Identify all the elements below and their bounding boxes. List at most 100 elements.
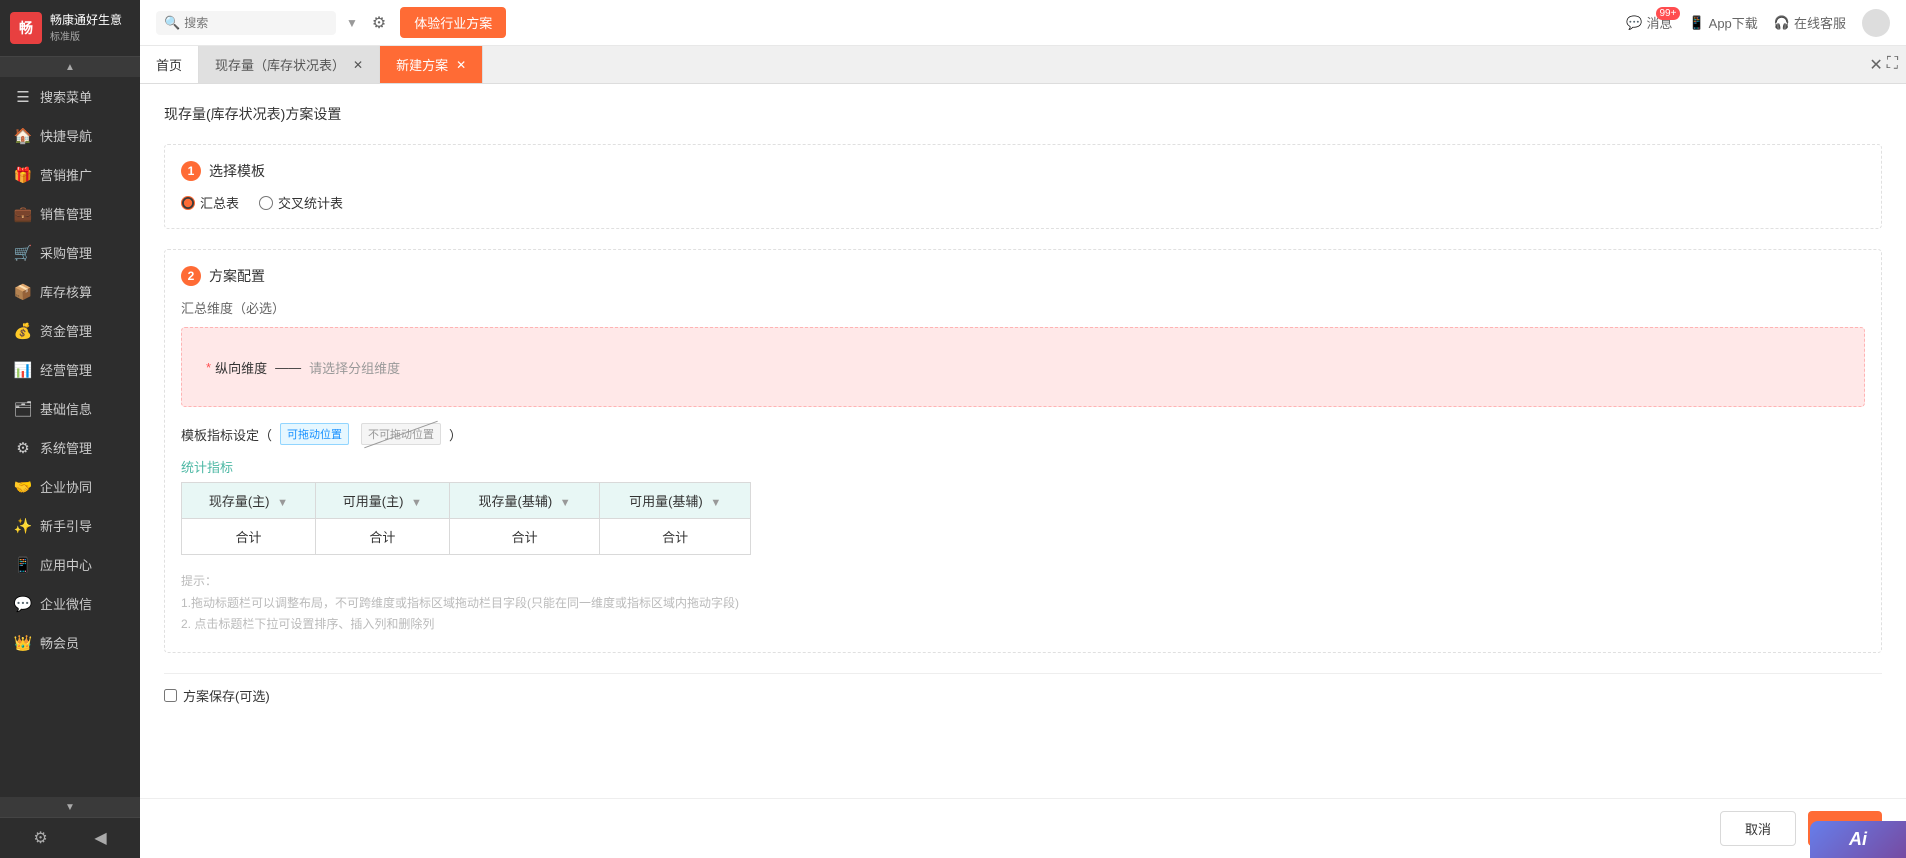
purchase-icon: 🛒 xyxy=(14,244,32,262)
col1-dropdown-icon[interactable]: ▼ xyxy=(277,497,288,509)
logo-icon: 畅 xyxy=(10,12,42,44)
sidebar-item-search-menu[interactable]: ☰ 搜索菜单 xyxy=(0,77,140,116)
radio-crosstab-label: 交叉统计表 xyxy=(278,193,343,212)
message-icon: 💬 xyxy=(1626,15,1642,31)
online-service-item[interactable]: 🎧 在线客服 xyxy=(1774,13,1846,32)
stats-table: 现存量(主) ▼ 可用量(主) ▼ 现存量(基辅) ▼ 可用量(基辅) xyxy=(181,482,751,555)
tab-minimize-icon[interactable]: ✕ xyxy=(1869,55,1882,75)
radio-crosstab[interactable]: 交叉统计表 xyxy=(259,193,343,212)
sidebar-item-purchase[interactable]: 🛒 采购管理 xyxy=(0,233,140,272)
section-1: 1 选择模板 汇总表 交叉统计表 xyxy=(164,144,1882,229)
section-2-title: 方案配置 xyxy=(209,266,265,286)
radio-summary-input[interactable] xyxy=(181,196,195,210)
tab-inventory-status[interactable]: 现存量（库存状况表） ✕ xyxy=(199,46,380,83)
cancel-button[interactable]: 取消 xyxy=(1720,811,1796,846)
tab-maximize-icon[interactable]: ⛶ xyxy=(1887,55,1898,75)
collapse-icon[interactable]: ◀ xyxy=(94,828,106,848)
headset-icon: 🎧 xyxy=(1774,15,1790,31)
sidebar-item-corp-wechat[interactable]: 💬 企业微信 xyxy=(0,584,140,623)
trial-button[interactable]: 体验行业方案 xyxy=(400,7,506,38)
baseinfo-icon: 🗂 xyxy=(14,400,32,418)
sidebar-scroll-up[interactable]: ▲ xyxy=(0,57,140,77)
sidebar-item-label: 系统管理 xyxy=(40,438,92,457)
section-1-title: 选择模板 xyxy=(209,161,265,181)
sidebar-item-label: 应用中心 xyxy=(40,555,92,574)
stats-label: 统计指标 xyxy=(181,457,1865,476)
search-dropdown-icon[interactable]: ▼ xyxy=(346,16,358,30)
topbar-settings-icon[interactable]: ⚙ xyxy=(372,13,386,33)
sidebar-scroll-down[interactable]: ▼ xyxy=(0,797,140,817)
sidebar-item-vip[interactable]: 👑 畅会员 xyxy=(0,623,140,662)
tab-new-plan[interactable]: 新建方案 ✕ xyxy=(380,46,483,83)
col2-dropdown-icon[interactable]: ▼ xyxy=(411,497,422,509)
tab-inventory-close-icon[interactable]: ✕ xyxy=(353,58,363,72)
new-guide-icon: ✨ xyxy=(14,517,32,535)
col4-dropdown-icon[interactable]: ▼ xyxy=(710,497,721,509)
section-2: 2 方案配置 汇总维度（必选） * 纵向维度 —— 请选择分组维度 模板指标设定… xyxy=(164,249,1882,653)
sidebar-item-baseinfo[interactable]: 🗂 基础信息 xyxy=(0,389,140,428)
messages-badge: 99+ xyxy=(1656,7,1681,20)
sys-icon: ⚙ xyxy=(14,439,32,457)
radio-summary[interactable]: 汇总表 xyxy=(181,193,239,212)
tips-item-1: 1.拖动标题栏可以调整布局，不可跨维度或指标区域拖动栏目字段(只能在同一维度或指… xyxy=(181,596,739,610)
user-avatar[interactable] xyxy=(1862,9,1890,37)
sidebar-item-sales[interactable]: 💼 销售管理 xyxy=(0,194,140,233)
sidebar-item-label: 资金管理 xyxy=(40,321,92,340)
tab-new-plan-close-icon[interactable]: ✕ xyxy=(456,58,466,72)
tab-home[interactable]: 首页 xyxy=(140,46,199,83)
tab-home-label: 首页 xyxy=(156,55,182,74)
sidebar-item-corp-collab[interactable]: 🤝 企业协同 xyxy=(0,467,140,506)
dim-dash: —— xyxy=(275,360,301,375)
sidebar-item-app-center[interactable]: 📱 应用中心 xyxy=(0,545,140,584)
dim-required-mark: * xyxy=(206,360,211,375)
sidebar-item-operations[interactable]: 📊 经营管理 xyxy=(0,350,140,389)
messages-item[interactable]: 💬 消息 99+ xyxy=(1626,13,1672,32)
sidebar-item-inventory[interactable]: 📦 库存核算 xyxy=(0,272,140,311)
summary-dim-area: 汇总维度（必选） xyxy=(181,298,1865,317)
quick-nav-icon: 🏠 xyxy=(14,127,32,145)
template-indicator-suffix: ） xyxy=(449,425,462,444)
corp-wechat-icon: 💬 xyxy=(14,595,32,613)
dim-highlight-area[interactable]: * 纵向维度 —— 请选择分组维度 xyxy=(181,327,1865,407)
app-download-item[interactable]: 📱 App下载 xyxy=(1688,13,1757,32)
radio-crosstab-input[interactable] xyxy=(259,196,273,210)
sidebar-bottom: ⚙ ◀ xyxy=(0,817,140,858)
tips-title: 提示： xyxy=(181,574,217,588)
sidebar-item-quick-nav[interactable]: 🏠 快捷导航 xyxy=(0,116,140,155)
finance-icon: 💰 xyxy=(14,322,32,340)
cell-3: 合计 xyxy=(449,519,600,555)
section-2-num: 2 xyxy=(181,266,201,286)
sidebar-item-label: 搜索菜单 xyxy=(40,87,92,106)
sidebar-item-finance[interactable]: 💰 资金管理 xyxy=(0,311,140,350)
search-input[interactable] xyxy=(184,16,328,30)
main-area: 🔍 ▼ ⚙ 体验行业方案 💬 消息 99+ 📱 App下载 🎧 在线客服 xyxy=(140,0,1906,858)
col-header-1[interactable]: 现存量(主) ▼ xyxy=(182,483,316,519)
logo-text: 畅康通好生意 标准版 xyxy=(50,13,122,44)
section-1-header: 1 选择模板 xyxy=(181,161,1865,181)
non-draggable-badge: 不可拖动位置 xyxy=(361,423,441,445)
settings-bottom-icon[interactable]: ⚙ xyxy=(33,828,47,848)
tips-area: 提示： 1.拖动标题栏可以调整布局，不可跨维度或指标区域拖动栏目字段(只能在同一… xyxy=(181,571,1865,636)
sidebar-item-new-guide[interactable]: ✨ 新手引导 xyxy=(0,506,140,545)
sidebar-item-marketing[interactable]: 🎁 营销推广 xyxy=(0,155,140,194)
sales-icon: 💼 xyxy=(14,205,32,223)
sidebar-item-label: 库存核算 xyxy=(40,282,92,301)
sidebar-item-label: 企业微信 xyxy=(40,594,92,613)
topbar-search[interactable]: 🔍 xyxy=(156,11,336,35)
col-header-2[interactable]: 可用量(主) ▼ xyxy=(315,483,449,519)
inventory-icon: 📦 xyxy=(14,283,32,301)
sidebar-item-label: 畅会员 xyxy=(40,633,79,652)
phone-icon: 📱 xyxy=(1688,15,1704,31)
tab-inventory-label: 现存量（库存状况表） xyxy=(215,55,345,74)
save-checkbox[interactable] xyxy=(164,689,177,702)
ai-badge: Ai xyxy=(1810,821,1906,858)
col-header-3[interactable]: 现存量(基辅) ▼ xyxy=(449,483,600,519)
tab-new-plan-label: 新建方案 xyxy=(396,55,448,74)
operations-icon: 📊 xyxy=(14,361,32,379)
col3-dropdown-icon[interactable]: ▼ xyxy=(560,497,571,509)
sidebar: 畅 畅康通好生意 标准版 ▲ ☰ 搜索菜单 🏠 快捷导航 🎁 营销推广 💼 销售… xyxy=(0,0,140,858)
col-header-4[interactable]: 可用量(基辅) ▼ xyxy=(600,483,751,519)
save-option-label: 方案保存(可选) xyxy=(183,686,270,705)
sidebar-item-sys[interactable]: ⚙ 系统管理 xyxy=(0,428,140,467)
tabbar: 首页 现存量（库存状况表） ✕ 新建方案 ✕ ✕ ⛶ xyxy=(140,46,1906,84)
